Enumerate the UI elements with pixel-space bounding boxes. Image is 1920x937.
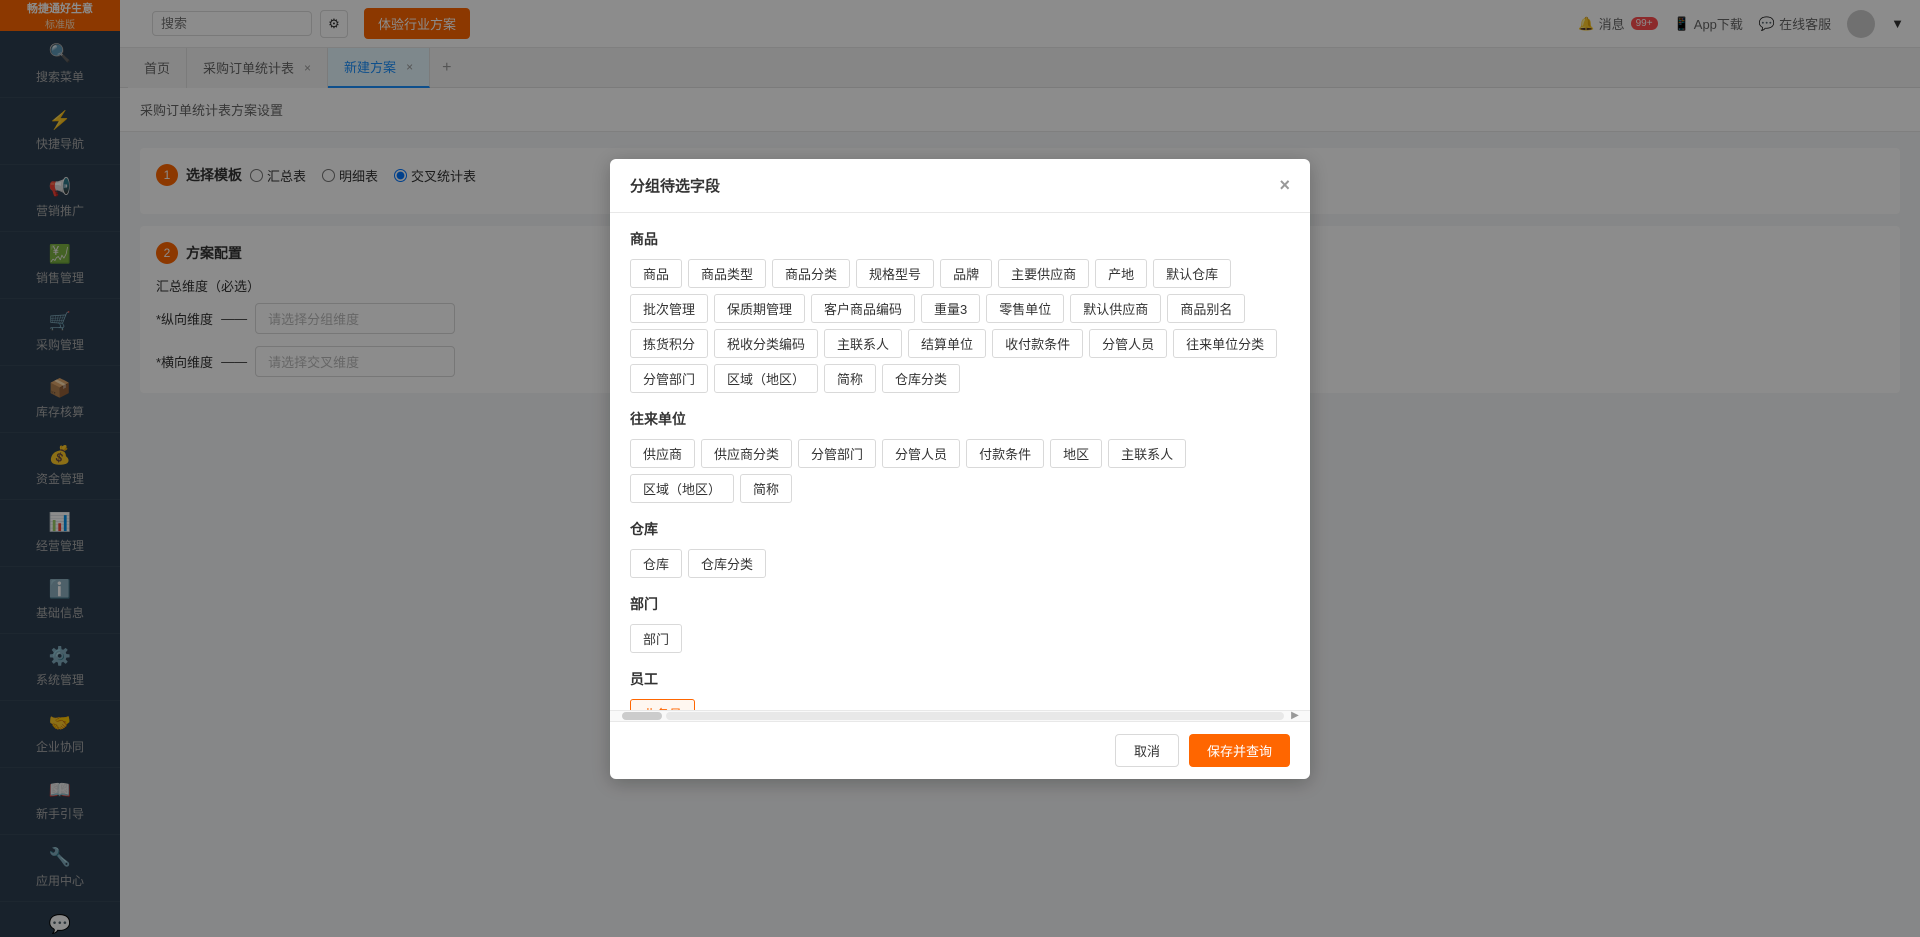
field-tag-1-0[interactable]: 供应商 [630,439,695,468]
modal-title: 分组待选字段 [630,175,720,196]
field-tag-1-4[interactable]: 付款条件 [966,439,1044,468]
field-tag-0-16[interactable]: 税收分类编码 [714,329,818,358]
section-title-0: 商品 [630,229,1290,249]
modal-dialog: 分组待选字段 × 商品商品商品类型商品分类规格型号品牌主要供应商产地默认仓库批次… [610,159,1310,779]
field-tags-4: 业务员 [630,699,1290,710]
field-tag-1-1[interactable]: 供应商分类 [701,439,792,468]
field-tags-3: 部门 [630,624,1290,653]
hscroll-track [666,712,1284,720]
field-tags-0: 商品商品类型商品分类规格型号品牌主要供应商产地默认仓库批次管理保质期管理客户商品… [630,259,1290,393]
section-title-3: 部门 [630,594,1290,614]
cancel-button[interactable]: 取消 [1115,734,1179,767]
modal-hscroll[interactable]: ▶ [610,710,1310,721]
hscroll-right-arrow[interactable]: ▶ [1288,710,1302,721]
field-section-0: 商品商品商品类型商品分类规格型号品牌主要供应商产地默认仓库批次管理保质期管理客户… [630,229,1290,393]
field-tag-3-0[interactable]: 部门 [630,624,682,653]
field-tag-0-12[interactable]: 零售单位 [986,294,1064,323]
section-title-1: 往来单位 [630,409,1290,429]
field-tag-0-25[interactable]: 仓库分类 [882,364,960,393]
field-tag-0-22[interactable]: 分管部门 [630,364,708,393]
field-tag-0-18[interactable]: 结算单位 [908,329,986,358]
field-tag-1-5[interactable]: 地区 [1050,439,1102,468]
field-tag-0-5[interactable]: 主要供应商 [998,259,1089,288]
save-query-button[interactable]: 保存并查询 [1189,734,1290,767]
field-tag-0-2[interactable]: 商品分类 [772,259,850,288]
field-section-1: 往来单位供应商供应商分类分管部门分管人员付款条件地区主联系人区域（地区）简称 [630,409,1290,503]
field-tag-1-7[interactable]: 区域（地区） [630,474,734,503]
field-tag-0-0[interactable]: 商品 [630,259,682,288]
field-tags-2: 仓库仓库分类 [630,549,1290,578]
field-tag-0-9[interactable]: 保质期管理 [714,294,805,323]
field-tag-1-6[interactable]: 主联系人 [1108,439,1186,468]
field-tag-0-6[interactable]: 产地 [1095,259,1147,288]
modal-header: 分组待选字段 × [610,159,1310,213]
field-tag-0-8[interactable]: 批次管理 [630,294,708,323]
modal-footer: 取消 保存并查询 [610,721,1310,779]
section-title-2: 仓库 [630,519,1290,539]
field-tag-0-17[interactable]: 主联系人 [824,329,902,358]
field-tag-0-7[interactable]: 默认仓库 [1153,259,1231,288]
field-section-3: 部门部门 [630,594,1290,653]
field-section-2: 仓库仓库仓库分类 [630,519,1290,578]
field-section-4: 员工业务员 [630,669,1290,710]
hscroll-thumb[interactable] [622,712,662,720]
field-tag-0-13[interactable]: 默认供应商 [1070,294,1161,323]
field-tag-1-8[interactable]: 简称 [740,474,792,503]
field-tag-0-15[interactable]: 拣货积分 [630,329,708,358]
field-tag-0-3[interactable]: 规格型号 [856,259,934,288]
field-tag-0-23[interactable]: 区域（地区） [714,364,818,393]
field-tag-0-1[interactable]: 商品类型 [688,259,766,288]
field-tag-4-0[interactable]: 业务员 [630,699,695,710]
field-tag-0-19[interactable]: 收付款条件 [992,329,1083,358]
modal-body[interactable]: 商品商品商品类型商品分类规格型号品牌主要供应商产地默认仓库批次管理保质期管理客户… [610,213,1310,710]
section-title-4: 员工 [630,669,1290,689]
field-tag-0-4[interactable]: 品牌 [940,259,992,288]
field-tag-0-20[interactable]: 分管人员 [1089,329,1167,358]
field-tag-0-14[interactable]: 商品别名 [1167,294,1245,323]
field-tag-2-0[interactable]: 仓库 [630,549,682,578]
field-tag-2-1[interactable]: 仓库分类 [688,549,766,578]
field-tag-0-10[interactable]: 客户商品编码 [811,294,915,323]
field-tags-1: 供应商供应商分类分管部门分管人员付款条件地区主联系人区域（地区）简称 [630,439,1290,503]
field-tag-0-21[interactable]: 往来单位分类 [1173,329,1277,358]
field-tag-0-24[interactable]: 简称 [824,364,876,393]
field-tag-1-3[interactable]: 分管人员 [882,439,960,468]
field-tag-0-11[interactable]: 重量3 [921,294,980,323]
field-tag-1-2[interactable]: 分管部门 [798,439,876,468]
modal-close-button[interactable]: × [1279,176,1290,194]
